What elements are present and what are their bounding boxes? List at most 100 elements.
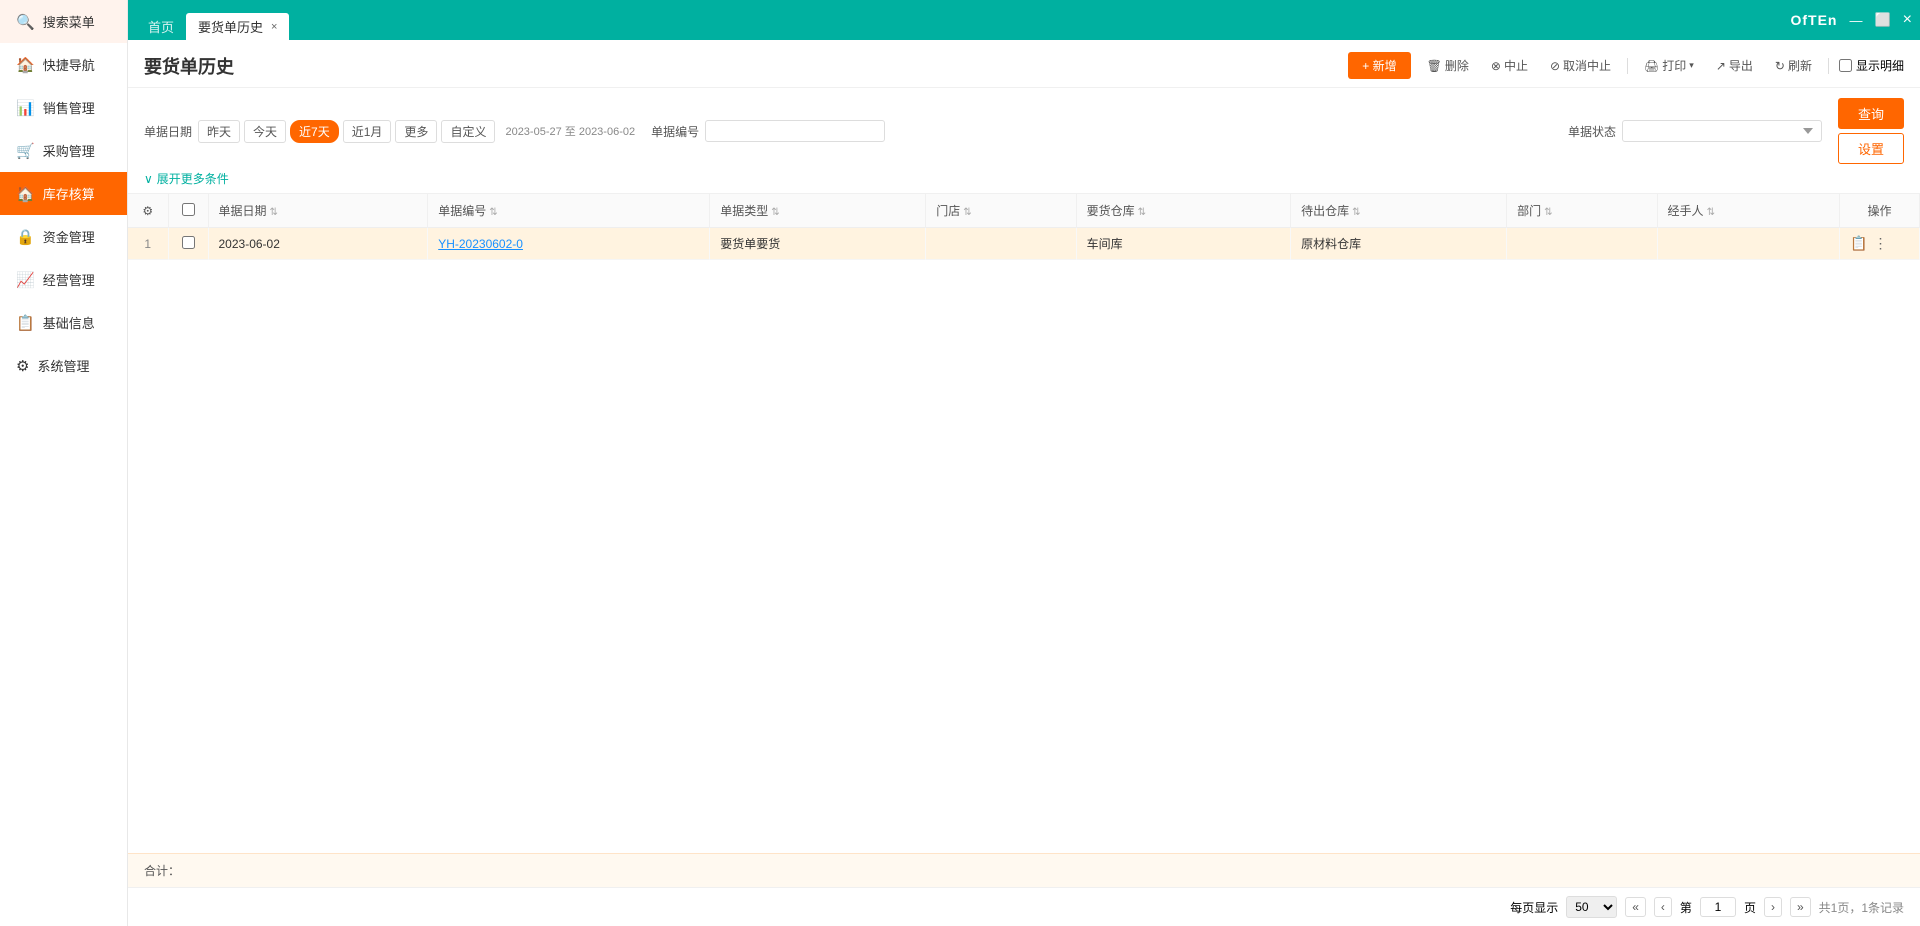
status-label: 单据状态	[1568, 123, 1616, 140]
page-size-select[interactable]: 50 100 200	[1566, 896, 1617, 918]
row-num-0: 1	[128, 228, 168, 260]
status-select[interactable]	[1622, 120, 1822, 142]
row-doc-type-0: 要货单要货	[710, 228, 926, 260]
tab-requisition-history[interactable]: 要货单历史 ×	[186, 13, 289, 40]
sidebar-item-base-info[interactable]: 📋基础信息	[0, 301, 127, 344]
row-handler-0	[1657, 228, 1839, 260]
row-req-wh-0: 车间库	[1076, 228, 1290, 260]
expand-filter-btn[interactable]: ∨ 展开更多条件	[144, 170, 1904, 187]
row-edit-icon-0[interactable]: 📋	[1850, 235, 1867, 252]
footer-label: 合计：	[144, 864, 180, 878]
new-button[interactable]: + 新增	[1348, 52, 1410, 79]
tab-close-requisition-history[interactable]: ×	[271, 21, 277, 33]
refresh-icon: ↻	[1775, 59, 1785, 73]
print-button[interactable]: 🖨 打印 ▾	[1638, 53, 1700, 78]
date-range: 2023-05-27 至 2023-06-02	[505, 123, 635, 139]
sidebar-icon-finance: 🔒	[16, 228, 35, 246]
export-icon: ↗	[1716, 59, 1726, 73]
sort-pending-wh-icon[interactable]: ⇅	[1352, 207, 1360, 218]
date-btn-更多[interactable]: 更多	[395, 120, 437, 143]
sidebar-item-sales[interactable]: 📊销售管理	[0, 86, 127, 129]
cancel-stop-button[interactable]: ⊘ 取消中止	[1544, 53, 1617, 78]
row-more-icon-0[interactable]: ⋮	[1873, 235, 1887, 252]
tab-label-requisition-history: 要货单历史	[198, 17, 263, 36]
date-btn-近7天[interactable]: 近7天	[290, 120, 339, 143]
row-doc-no-link-0[interactable]: YH-20230602-0	[438, 237, 523, 251]
select-all-checkbox[interactable]	[182, 203, 195, 216]
th-settings[interactable]: ⚙	[128, 194, 168, 228]
toolbar: + 新增 🗑 删除 ⊗ 中止 ⊘ 取消中止 🖨 打印 ▾	[1348, 52, 1904, 79]
sort-req-wh-icon[interactable]: ⇅	[1138, 207, 1146, 218]
filter-area: 单据日期 昨天今天近7天近1月更多自定义 2023-05-27 至 2023-0…	[128, 88, 1920, 194]
sidebar-icon-inventory: 🏠	[16, 185, 35, 203]
sort-store-icon[interactable]: ⇅	[963, 207, 971, 218]
last-page-btn[interactable]: »	[1790, 897, 1811, 917]
sidebar-item-operations[interactable]: 📈经营管理	[0, 258, 127, 301]
row-select-0[interactable]	[182, 236, 195, 249]
sidebar-item-finance[interactable]: 🔒资金管理	[0, 215, 127, 258]
next-page-btn[interactable]: ›	[1764, 897, 1782, 917]
sidebar-item-search-menu[interactable]: 🔍 搜索菜单	[0, 0, 127, 43]
prev-page-btn[interactable]: ‹	[1654, 897, 1672, 917]
sidebar-item-inventory[interactable]: 🏠库存核算	[0, 172, 127, 215]
sort-doc-date-icon[interactable]: ⇅	[270, 207, 278, 218]
th-dept: 部门⇅	[1507, 194, 1657, 228]
page-title: 要货单历史	[144, 53, 234, 79]
sort-doc-no-icon[interactable]: ⇅	[489, 207, 497, 218]
divider1	[1627, 58, 1628, 74]
docno-input[interactable]	[705, 120, 885, 142]
sort-doc-type-icon[interactable]: ⇅	[771, 207, 779, 218]
row-ops-0: 📋 ⋮	[1840, 228, 1920, 260]
date-label: 单据日期	[144, 123, 192, 140]
date-filter: 单据日期 昨天今天近7天近1月更多自定义 2023-05-27 至 2023-0…	[144, 120, 635, 143]
sidebar-label-search-menu: 搜索菜单	[43, 12, 95, 31]
delete-button[interactable]: 🗑 删除	[1421, 53, 1475, 78]
th-req-warehouse: 要货仓库⇅	[1076, 194, 1290, 228]
row-pending-wh-0: 原材料仓库	[1291, 228, 1507, 260]
table-footer: 合计：	[128, 853, 1920, 887]
refresh-button[interactable]: ↻ 刷新	[1769, 53, 1818, 78]
table-row: 1 2023-06-02 YH-20230602-0 要货单要货 车间库 原材料…	[128, 228, 1920, 260]
sidebar-label-sys-manage: 系统管理	[37, 356, 89, 375]
minimize-btn[interactable]: —	[1849, 13, 1862, 28]
sidebar-icon-purchase: 🛒	[16, 142, 35, 160]
status-filter: 单据状态	[1568, 120, 1822, 142]
date-btn-自定义[interactable]: 自定义	[441, 120, 495, 143]
sidebar-icon-search-menu: 🔍	[16, 13, 35, 31]
sidebar-item-quick-nav[interactable]: 🏠快捷导航	[0, 43, 127, 86]
maximize-btn[interactable]: ⬜	[1874, 12, 1890, 28]
sort-dept-icon[interactable]: ⇅	[1544, 207, 1552, 218]
sidebar: 🔍 搜索菜单 🏠快捷导航📊销售管理🛒采购管理🏠库存核算🔒资金管理📈经营管理📋基础信息…	[0, 0, 128, 926]
table-body: 1 2023-06-02 YH-20230602-0 要货单要货 车间库 原材料…	[128, 228, 1920, 260]
gear-icon: ⚙	[142, 204, 153, 218]
table-container: ⚙ 单据日期⇅ 单据编号⇅ 单据类型⇅ 门店⇅ 要货仓库⇅ 待出仓库⇅ 部门⇅ …	[128, 194, 1920, 853]
date-btn-昨天[interactable]: 昨天	[198, 120, 240, 143]
docno-filter: 单据编号	[651, 120, 885, 142]
docno-label: 单据编号	[651, 123, 699, 140]
query-actions: 查询 设置	[1838, 98, 1904, 164]
tab-home[interactable]: 首页	[136, 13, 186, 40]
sidebar-label-operations: 经营管理	[43, 270, 95, 289]
sort-handler-icon[interactable]: ⇅	[1707, 207, 1715, 218]
page-number-input[interactable]	[1700, 897, 1736, 917]
show-detail-toggle[interactable]: 显示明细	[1839, 57, 1904, 74]
sidebar-item-sys-manage[interactable]: ⚙系统管理	[0, 344, 127, 387]
th-pending-warehouse: 待出仓库⇅	[1291, 194, 1507, 228]
close-window-btn[interactable]: ×	[1903, 11, 1912, 29]
date-btn-近1月[interactable]: 近1月	[343, 120, 392, 143]
date-btn-今天[interactable]: 今天	[244, 120, 286, 143]
filter-row-1: 单据日期 昨天今天近7天近1月更多自定义 2023-05-27 至 2023-0…	[144, 98, 1904, 164]
settings-button[interactable]: 设置	[1838, 133, 1904, 164]
topbar-right: OfTEn — ⬜ ×	[1790, 11, 1912, 29]
total-info: 共1页，1条记录	[1819, 899, 1904, 916]
export-button[interactable]: ↗ 导出	[1710, 53, 1759, 78]
print-icon: 🖨	[1644, 59, 1659, 73]
show-detail-checkbox[interactable]	[1839, 59, 1852, 72]
stop-button[interactable]: ⊗ 中止	[1485, 53, 1534, 78]
sidebar-item-purchase[interactable]: 🛒采购管理	[0, 129, 127, 172]
row-store-0	[926, 228, 1076, 260]
first-page-btn[interactable]: «	[1625, 897, 1646, 917]
page-label-prefix: 第	[1680, 899, 1692, 916]
query-button[interactable]: 查询	[1838, 98, 1904, 129]
sidebar-label-sales: 销售管理	[43, 98, 95, 117]
